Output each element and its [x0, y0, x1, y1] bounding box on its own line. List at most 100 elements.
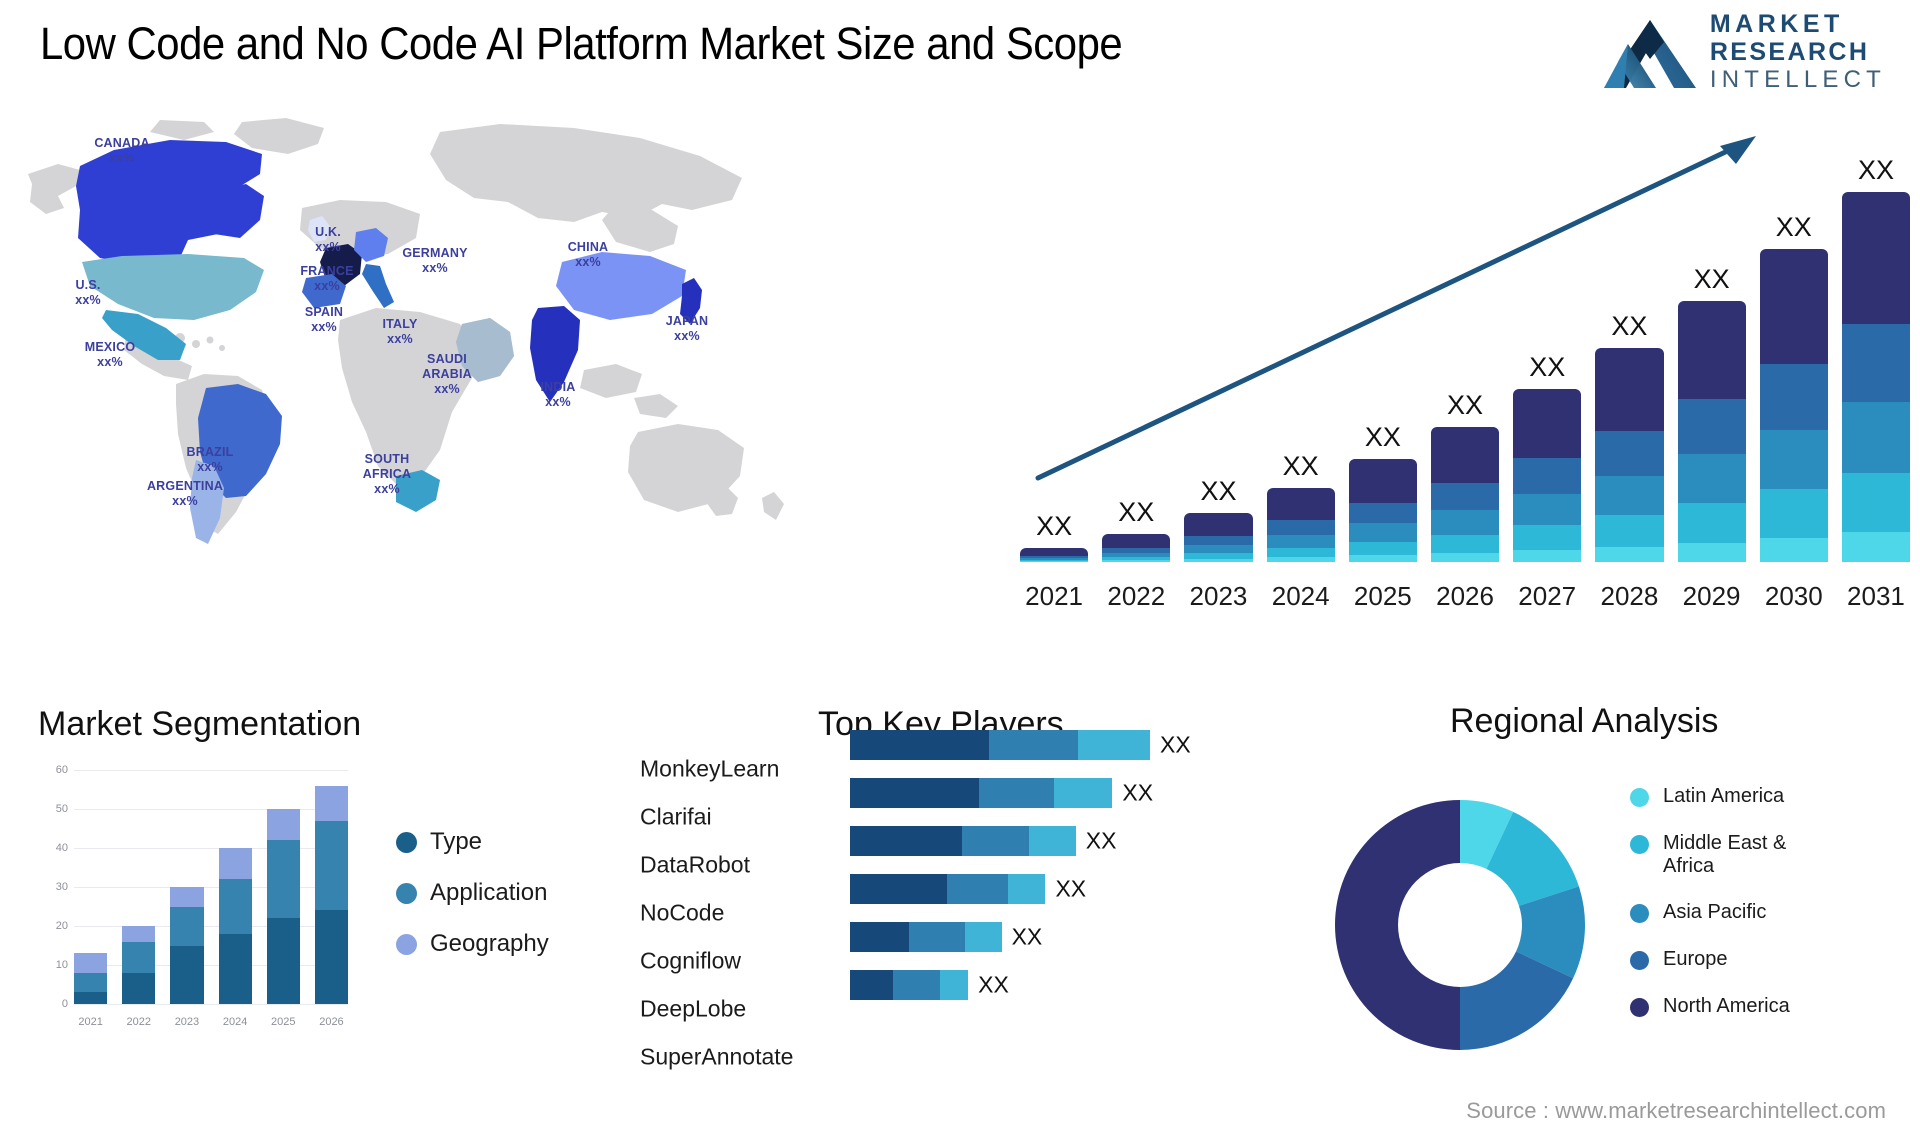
forecast-bar-2021: XX — [1020, 511, 1089, 562]
forecast-segment — [1184, 544, 1253, 553]
legend-label: Geography — [430, 930, 549, 957]
forecast-segment — [1020, 560, 1089, 562]
map-label-value: xx% — [75, 292, 101, 307]
map-label-name: INDIA — [540, 380, 576, 394]
forecast-bar-2030: XX — [1759, 212, 1828, 562]
segmentation-gridline — [74, 1004, 348, 1005]
forecast-bar-label: XX — [1693, 263, 1730, 294]
forecast-bar-label: XX — [1775, 211, 1812, 242]
forecast-segment — [1266, 534, 1335, 548]
forecast-segment — [1595, 347, 1664, 431]
player-bar — [850, 730, 1150, 760]
map-label-name: U.K. — [315, 225, 341, 239]
logo-line-2: RESEARCH — [1709, 38, 1870, 66]
player-row: DeepLobe XX — [640, 970, 1260, 1033]
map-label-china: CHINA xx% — [568, 240, 609, 270]
segmentation-y-tick: 60 — [55, 764, 68, 776]
forecast-segment — [1595, 430, 1664, 476]
forecast-segment — [1266, 547, 1335, 557]
segmentation-segment — [314, 785, 349, 821]
player-bar — [850, 922, 1002, 952]
forecast-segment — [1759, 248, 1828, 364]
forecast-segment — [1677, 542, 1746, 562]
map-label-name: SOUTH AFRICA — [362, 452, 412, 481]
forecast-year-label: 2028 — [1600, 581, 1659, 611]
regional-legend-item: Europe — [1630, 948, 1828, 971]
infographic-root: Low Code and No Code AI Platform Market … — [0, 0, 1920, 1146]
logo-line-3: INTELLECT — [1709, 66, 1886, 93]
player-bar-segment — [850, 826, 962, 856]
map-label-value: xx% — [197, 459, 223, 474]
legend-dot-icon — [1630, 997, 1649, 1017]
player-bar-segment — [961, 826, 1029, 856]
map-label-value: xx% — [422, 260, 448, 275]
regional-analysis-title: Regional Analysis — [1450, 702, 1719, 740]
segmentation-y-tick: 10 — [55, 959, 68, 971]
segmentation-x-tick: 2025 — [271, 1016, 296, 1028]
legend-label: Application — [430, 879, 548, 906]
forecast-segment — [1513, 549, 1582, 562]
segmentation-x-tick: 2022 — [126, 1016, 151, 1028]
map-label-name: MEXICO — [84, 340, 136, 354]
legend-label: Europe — [1663, 948, 1728, 971]
player-value-label: XX — [1085, 827, 1117, 854]
forecast-year-label: 2025 — [1353, 581, 1412, 611]
forecast-segment — [1266, 487, 1335, 521]
map-label-germany: GERMANY xx% — [402, 246, 467, 276]
segmentation-segment — [314, 910, 349, 1004]
segmentation-segment — [218, 879, 252, 934]
map-label-spain: SPAIN xx% — [305, 305, 343, 335]
map-label-value: xx% — [109, 150, 135, 165]
map-label-value: xx% — [674, 328, 700, 343]
player-name: DataRobot — [640, 851, 750, 878]
segmentation-x-axis: 2021 2022 2023 2024 2025 2026 — [74, 1016, 348, 1028]
forecast-segment — [1430, 510, 1500, 535]
map-label-value: xx% — [97, 354, 123, 369]
player-bar — [850, 970, 969, 1000]
forecast-bar-label: XX — [1611, 310, 1648, 341]
map-label-value: xx% — [311, 319, 337, 334]
map-label-name: BRAZIL — [186, 445, 234, 459]
forecast-segment — [1348, 459, 1417, 504]
map-label-canada: CANADA xx% — [94, 136, 149, 166]
market-forecast-chart: XX XX XX XX XX XX XX XX XX XX XX 2021 2022 2023 2024 2… — [1020, 120, 1911, 620]
legend-dot-icon — [1630, 788, 1649, 807]
segmentation-y-tick: 0 — [61, 998, 68, 1010]
forecast-segment — [1184, 513, 1253, 536]
market-segmentation-title: Market Segmentation — [38, 705, 362, 743]
forecast-segment — [1020, 547, 1089, 556]
forecast-bar-label: XX — [1036, 510, 1073, 541]
segmentation-legend-item: Type — [396, 828, 549, 856]
forecast-segment — [1184, 558, 1253, 562]
player-name: DeepLobe — [640, 995, 747, 1022]
player-bar-segment — [964, 922, 1002, 952]
map-label-name: FRANCE — [300, 264, 354, 278]
map-label-south-africa: SOUTH AFRICA xx% — [363, 452, 411, 496]
segmentation-bars — [74, 770, 349, 1004]
forecast-bar-label: XX — [1200, 476, 1237, 507]
forecast-segment — [1348, 523, 1417, 542]
segmentation-segment — [122, 941, 156, 973]
forecast-segment — [1513, 493, 1582, 526]
legend-dot-icon — [1630, 951, 1649, 971]
forecast-segment — [1677, 300, 1746, 400]
map-label-name: CHINA — [567, 240, 609, 254]
forecast-segment — [1841, 324, 1911, 403]
map-label-saudi-arabia: SAUDI ARABIA xx% — [422, 352, 472, 396]
player-value-label: XX — [1160, 731, 1191, 758]
legend-label: North America — [1663, 994, 1790, 1017]
forecast-bar-2025: XX — [1348, 422, 1417, 562]
forecast-year-axis: 2021 2022 2023 2024 2025 2026 2027 2028 2029 2030… — [1020, 581, 1910, 612]
segmentation-bar-2021 — [74, 953, 108, 1004]
map-country-us — [82, 254, 264, 320]
player-bar — [850, 826, 1076, 856]
segmentation-y-tick: 40 — [55, 841, 68, 854]
forecast-segment — [1677, 503, 1746, 543]
segmentation-x-tick: 2021 — [78, 1016, 103, 1028]
player-bar-segment — [850, 922, 909, 952]
segmentation-segment — [266, 918, 300, 1004]
forecast-bars: XX XX XX XX XX XX XX XX XX XX XX — [1020, 155, 1911, 562]
segmentation-segment — [74, 953, 108, 973]
player-name: Cogniflow — [640, 947, 741, 974]
segmentation-legend-item: Geography — [396, 930, 549, 958]
